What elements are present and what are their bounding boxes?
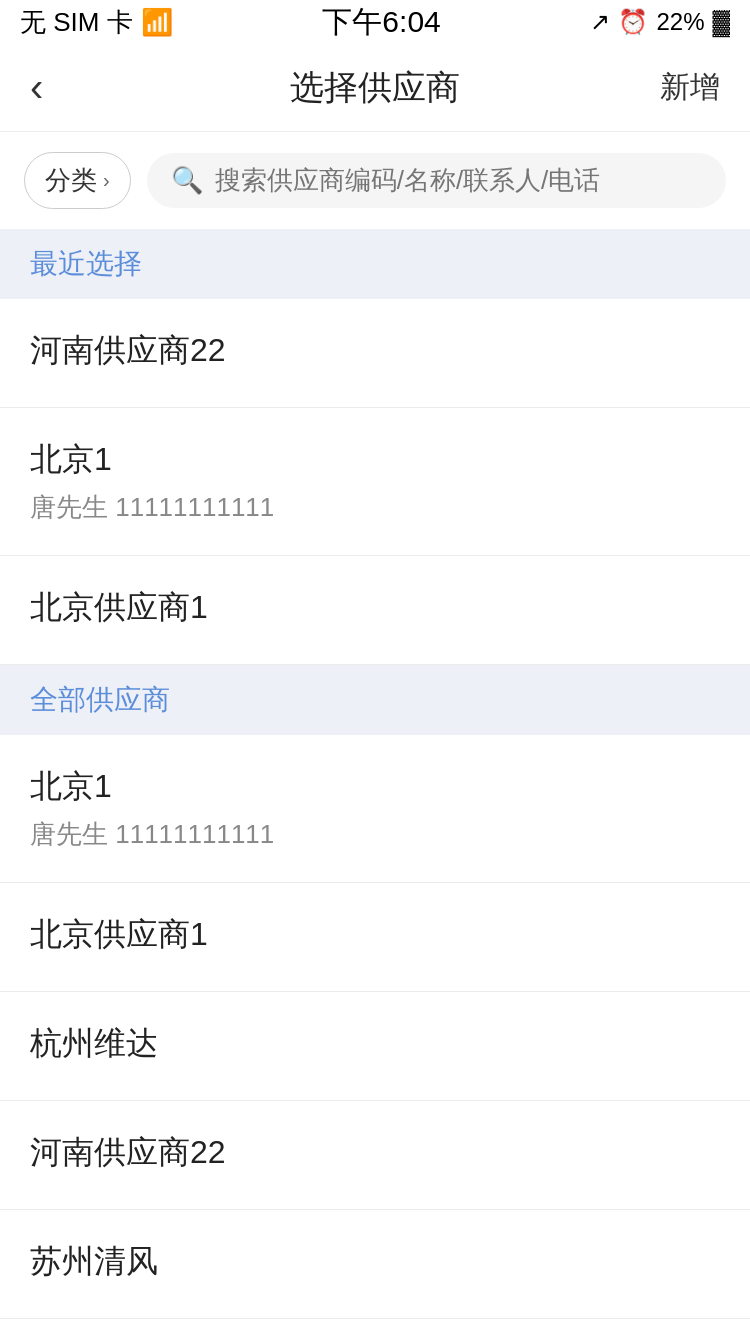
item-name: 北京供应商1 xyxy=(30,913,720,957)
category-filter-button[interactable]: 分类 › xyxy=(24,152,131,209)
search-icon: 🔍 xyxy=(171,165,203,196)
all-list-item[interactable]: 杭州维达 xyxy=(0,992,750,1101)
page-title: 选择供应商 xyxy=(290,65,460,111)
item-name: 河南供应商22 xyxy=(30,1131,720,1175)
item-sub: 唐先生 11111111111 xyxy=(30,490,720,525)
category-label: 分类 xyxy=(45,163,97,198)
recent-section-header: 最近选择 xyxy=(0,229,750,299)
status-right: ↗ ⏰ 22% ▓ xyxy=(590,8,730,36)
search-box: 🔍 xyxy=(147,153,726,208)
all-list-item[interactable]: 北京1 唐先生 11111111111 xyxy=(0,735,750,883)
item-name: 杭州维达 xyxy=(30,1022,720,1066)
nav-bar: ‹ 选择供应商 新增 xyxy=(0,44,750,132)
recent-list-item[interactable]: 河南供应商22 xyxy=(0,299,750,408)
alarm-icon: ⏰ xyxy=(618,8,648,36)
back-button[interactable]: ‹ xyxy=(30,65,90,110)
battery-percent: 22% xyxy=(656,8,704,36)
chevron-right-icon: › xyxy=(103,169,110,192)
all-list-item[interactable]: 北京供应商1 xyxy=(0,883,750,992)
recent-list-item[interactable]: 北京供应商1 xyxy=(0,556,750,665)
item-name: 北京供应商1 xyxy=(30,586,720,630)
all-list-item[interactable]: 河南供应商22 xyxy=(0,1101,750,1210)
wifi-icon: 📶 xyxy=(141,7,173,38)
recent-list-item[interactable]: 北京1 唐先生 11111111111 xyxy=(0,408,750,556)
item-sub: 唐先生 11111111111 xyxy=(30,817,720,852)
status-time: 下午6:04 xyxy=(322,2,440,43)
status-bar: 无 SIM 卡 📶 下午6:04 ↗ ⏰ 22% ▓ xyxy=(0,0,750,44)
location-icon: ↗ xyxy=(590,8,610,36)
item-name: 苏州清风 xyxy=(30,1240,720,1284)
battery-icon: ▓ xyxy=(712,8,730,36)
search-input[interactable] xyxy=(215,165,702,196)
all-section-header: 全部供应商 xyxy=(0,665,750,735)
add-new-button[interactable]: 新增 xyxy=(660,67,720,108)
recent-items-list: 河南供应商22 北京1 唐先生 11111111111 北京供应商1 xyxy=(0,299,750,665)
all-list-item[interactable]: 苏州清风 xyxy=(0,1210,750,1319)
item-name: 河南供应商22 xyxy=(30,329,720,373)
search-row: 分类 › 🔍 xyxy=(0,132,750,229)
status-left: 无 SIM 卡 📶 xyxy=(20,5,173,40)
item-name: 北京1 xyxy=(30,765,720,809)
item-name: 北京1 xyxy=(30,438,720,482)
sim-status: 无 SIM 卡 xyxy=(20,5,133,40)
all-items-list: 北京1 唐先生 11111111111 北京供应商1 杭州维达河南供应商22 苏州清风 xyxy=(0,735,750,1319)
